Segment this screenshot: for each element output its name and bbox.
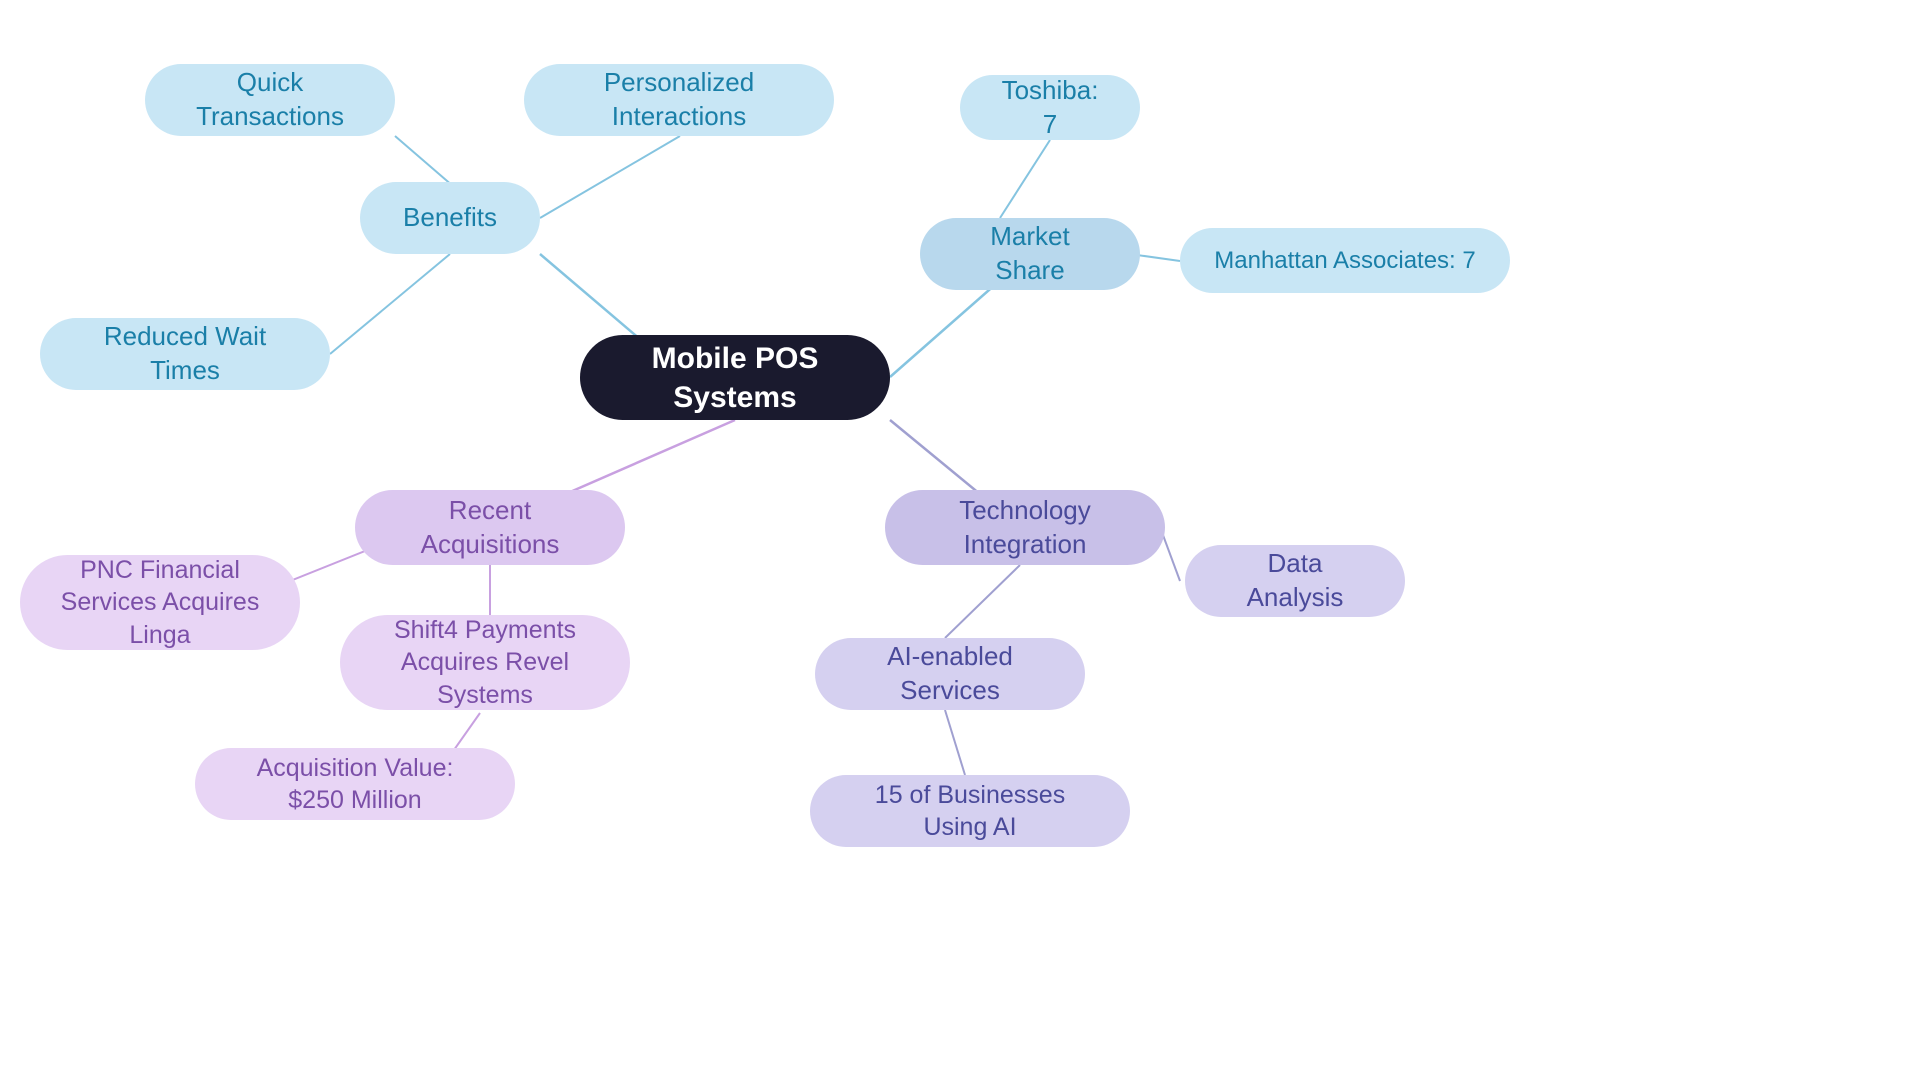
businesses-using-ai-node: 15 of Businesses Using AI bbox=[810, 775, 1130, 847]
manhattan-associates-node: Manhattan Associates: 7 bbox=[1180, 228, 1510, 293]
acquisition-value-node: Acquisition Value: $250 Million bbox=[195, 748, 515, 820]
ai-enabled-services-node: AI-enabled Services bbox=[815, 638, 1085, 710]
pnc-financial-node: PNC Financial Services Acquires Linga bbox=[20, 555, 300, 650]
center-node: Mobile POS Systems bbox=[580, 335, 890, 420]
data-analysis-node: Data Analysis bbox=[1185, 545, 1405, 617]
recent-acquisitions-node: Recent Acquisitions bbox=[355, 490, 625, 565]
quick-transactions-node: Quick Transactions bbox=[145, 64, 395, 136]
shift4-node: Shift4 Payments Acquires Revel Systems bbox=[340, 615, 630, 710]
market-share-node: Market Share bbox=[920, 218, 1140, 290]
personalized-interactions-node: Personalized Interactions bbox=[524, 64, 834, 136]
toshiba-node: Toshiba: 7 bbox=[960, 75, 1140, 140]
benefits-node: Benefits bbox=[360, 182, 540, 254]
technology-integration-node: Technology Integration bbox=[885, 490, 1165, 565]
reduced-wait-times-node: Reduced Wait Times bbox=[40, 318, 330, 390]
